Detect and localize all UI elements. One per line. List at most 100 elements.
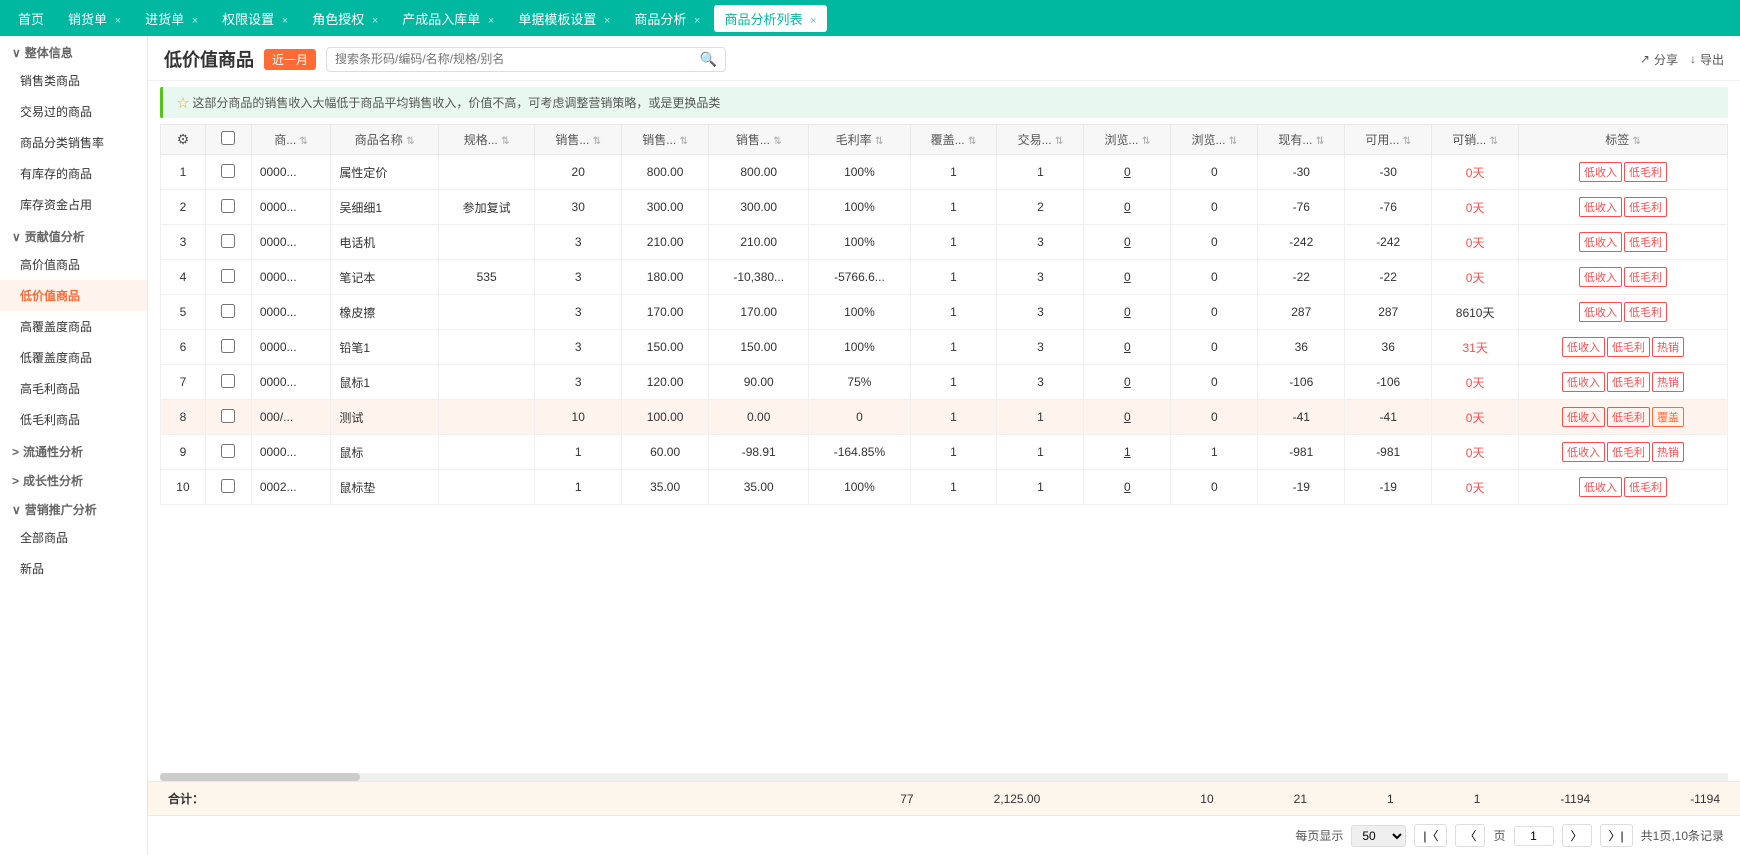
sidebar-group-growth[interactable]: > 成长性分析 [0, 464, 147, 493]
last-page-btn[interactable]: 〉| [1600, 824, 1633, 847]
col-browse1[interactable]: 浏览... ⇅ [1084, 125, 1171, 155]
next-page-btn[interactable]: 〉 [1562, 824, 1592, 847]
horizontal-scrollbar[interactable] [160, 773, 1728, 781]
col-tags[interactable]: 标签 ⇅ [1519, 125, 1728, 155]
cell-checkbox[interactable] [205, 260, 251, 295]
cell-browse1[interactable]: 0 [1084, 470, 1171, 505]
scrollbar-thumb[interactable] [160, 773, 360, 781]
col-available[interactable]: 可用... ⇅ [1345, 125, 1432, 155]
col-spec[interactable]: 规格... ⇅ [439, 125, 535, 155]
browse-link[interactable]: 1 [1124, 445, 1131, 459]
nav-product-analysis-list[interactable]: 商品分析列表 × [714, 5, 826, 32]
select-all-checkbox[interactable] [221, 131, 235, 145]
prev-page-btn[interactable]: 〈 [1455, 824, 1485, 847]
sidebar-item-stock[interactable]: 有库存的商品 [0, 158, 147, 189]
sidebar-item-low-margin[interactable]: 低毛利商品 [0, 404, 147, 435]
sidebar-item-traded[interactable]: 交易过的商品 [0, 96, 147, 127]
search-input[interactable] [335, 52, 696, 66]
browse-link[interactable]: 0 [1124, 410, 1131, 424]
page-size-select[interactable]: 50 100 200 [1351, 825, 1406, 847]
row-checkbox[interactable] [221, 164, 235, 178]
cell-browse1[interactable]: 0 [1084, 295, 1171, 330]
col-sales3[interactable]: 销售... ⇅ [709, 125, 809, 155]
page-number-input[interactable] [1514, 826, 1554, 846]
col-sellable[interactable]: 可销... ⇅ [1432, 125, 1519, 155]
sidebar-group-flow[interactable]: > 流通性分析 [0, 435, 147, 464]
cell-browse1[interactable]: 0 [1084, 155, 1171, 190]
cell-browse1[interactable]: 0 [1084, 400, 1171, 435]
cell-checkbox[interactable] [205, 190, 251, 225]
close-icon[interactable]: × [694, 15, 700, 27]
nav-product-analysis[interactable]: 商品分析 × [624, 5, 710, 32]
cell-checkbox[interactable] [205, 225, 251, 260]
nav-sales-order[interactable]: 销货单 × [58, 5, 131, 32]
row-checkbox[interactable] [221, 304, 235, 318]
sidebar-item-high-value[interactable]: 高价值商品 [0, 249, 147, 280]
cell-checkbox[interactable] [205, 365, 251, 400]
row-checkbox[interactable] [221, 444, 235, 458]
sidebar-item-low-value[interactable]: 低价值商品 [0, 280, 147, 311]
browse-link[interactable]: 0 [1124, 165, 1131, 179]
sidebar-item-high-coverage[interactable]: 高覆盖度商品 [0, 311, 147, 342]
cell-browse1[interactable]: 0 [1084, 260, 1171, 295]
col-browse2[interactable]: 浏览... ⇅ [1171, 125, 1258, 155]
close-icon[interactable]: × [372, 15, 378, 27]
sidebar-item-all-products[interactable]: 全部商品 [0, 522, 147, 553]
sidebar-item-high-margin[interactable]: 高毛利商品 [0, 373, 147, 404]
row-checkbox[interactable] [221, 479, 235, 493]
cell-checkbox[interactable] [205, 470, 251, 505]
sidebar-item-category-rate[interactable]: 商品分类销售率 [0, 127, 147, 158]
close-icon[interactable]: × [810, 15, 816, 27]
close-icon[interactable]: × [192, 15, 198, 27]
cell-browse1[interactable]: 0 [1084, 190, 1171, 225]
sidebar-item-new-products[interactable]: 新品 [0, 553, 147, 584]
cell-browse1[interactable]: 0 [1084, 225, 1171, 260]
close-icon[interactable]: × [115, 15, 121, 27]
browse-link[interactable]: 0 [1124, 270, 1131, 284]
share-button[interactable]: ↗ 分享 [1640, 51, 1678, 68]
first-page-btn[interactable]: |〈 [1414, 824, 1447, 847]
col-coverage[interactable]: 覆盖... ⇅ [910, 125, 997, 155]
col-code[interactable]: 商... ⇅ [251, 125, 331, 155]
browse-link[interactable]: 0 [1124, 480, 1131, 494]
col-trade[interactable]: 交易... ⇅ [997, 125, 1084, 155]
nav-role-auth[interactable]: 角色授权 × [302, 5, 388, 32]
browse-link[interactable]: 0 [1124, 200, 1131, 214]
sidebar-item-sales-products[interactable]: 销售类商品 [0, 65, 147, 96]
col-checkbox[interactable] [205, 125, 251, 155]
cell-browse1[interactable]: 0 [1084, 365, 1171, 400]
cell-browse1[interactable]: 0 [1084, 330, 1171, 365]
row-checkbox[interactable] [221, 269, 235, 283]
row-checkbox[interactable] [221, 374, 235, 388]
nav-purchase-order[interactable]: 进货单 × [135, 5, 208, 32]
nav-permissions[interactable]: 权限设置 × [212, 5, 298, 32]
export-button[interactable]: ↓ 导出 [1690, 51, 1724, 68]
browse-link[interactable]: 0 [1124, 235, 1131, 249]
browse-link[interactable]: 0 [1124, 305, 1131, 319]
sidebar-item-low-coverage[interactable]: 低覆盖度商品 [0, 342, 147, 373]
browse-link[interactable]: 0 [1124, 340, 1131, 354]
nav-product-in[interactable]: 产成品入库单 × [392, 5, 504, 32]
cell-checkbox[interactable] [205, 400, 251, 435]
period-button[interactable]: 近一月 [264, 49, 316, 70]
col-settings[interactable]: ⚙ [161, 125, 206, 155]
sidebar-group-contribution[interactable]: ∨ 贡献值分析 [0, 220, 147, 249]
col-sales2[interactable]: 销售... ⇅ [622, 125, 709, 155]
cell-checkbox[interactable] [205, 295, 251, 330]
sidebar-group-marketing[interactable]: ∨ 营销推广分析 [0, 493, 147, 522]
sidebar-item-capital[interactable]: 库存资金占用 [0, 189, 147, 220]
search-icon[interactable]: 🔍 [700, 51, 717, 68]
close-icon[interactable]: × [282, 15, 288, 27]
settings-icon[interactable]: ⚙ [177, 131, 190, 147]
nav-template[interactable]: 单据模板设置 × [508, 5, 620, 32]
col-current[interactable]: 现有... ⇅ [1258, 125, 1345, 155]
close-icon[interactable]: × [488, 15, 494, 27]
sidebar-group-overall[interactable]: ∨ 整体信息 [0, 36, 147, 65]
row-checkbox[interactable] [221, 199, 235, 213]
cell-checkbox[interactable] [205, 155, 251, 190]
col-margin[interactable]: 毛利率 ⇅ [809, 125, 910, 155]
nav-home[interactable]: 首页 [8, 5, 54, 32]
cell-checkbox[interactable] [205, 330, 251, 365]
row-checkbox[interactable] [221, 409, 235, 423]
cell-checkbox[interactable] [205, 435, 251, 470]
